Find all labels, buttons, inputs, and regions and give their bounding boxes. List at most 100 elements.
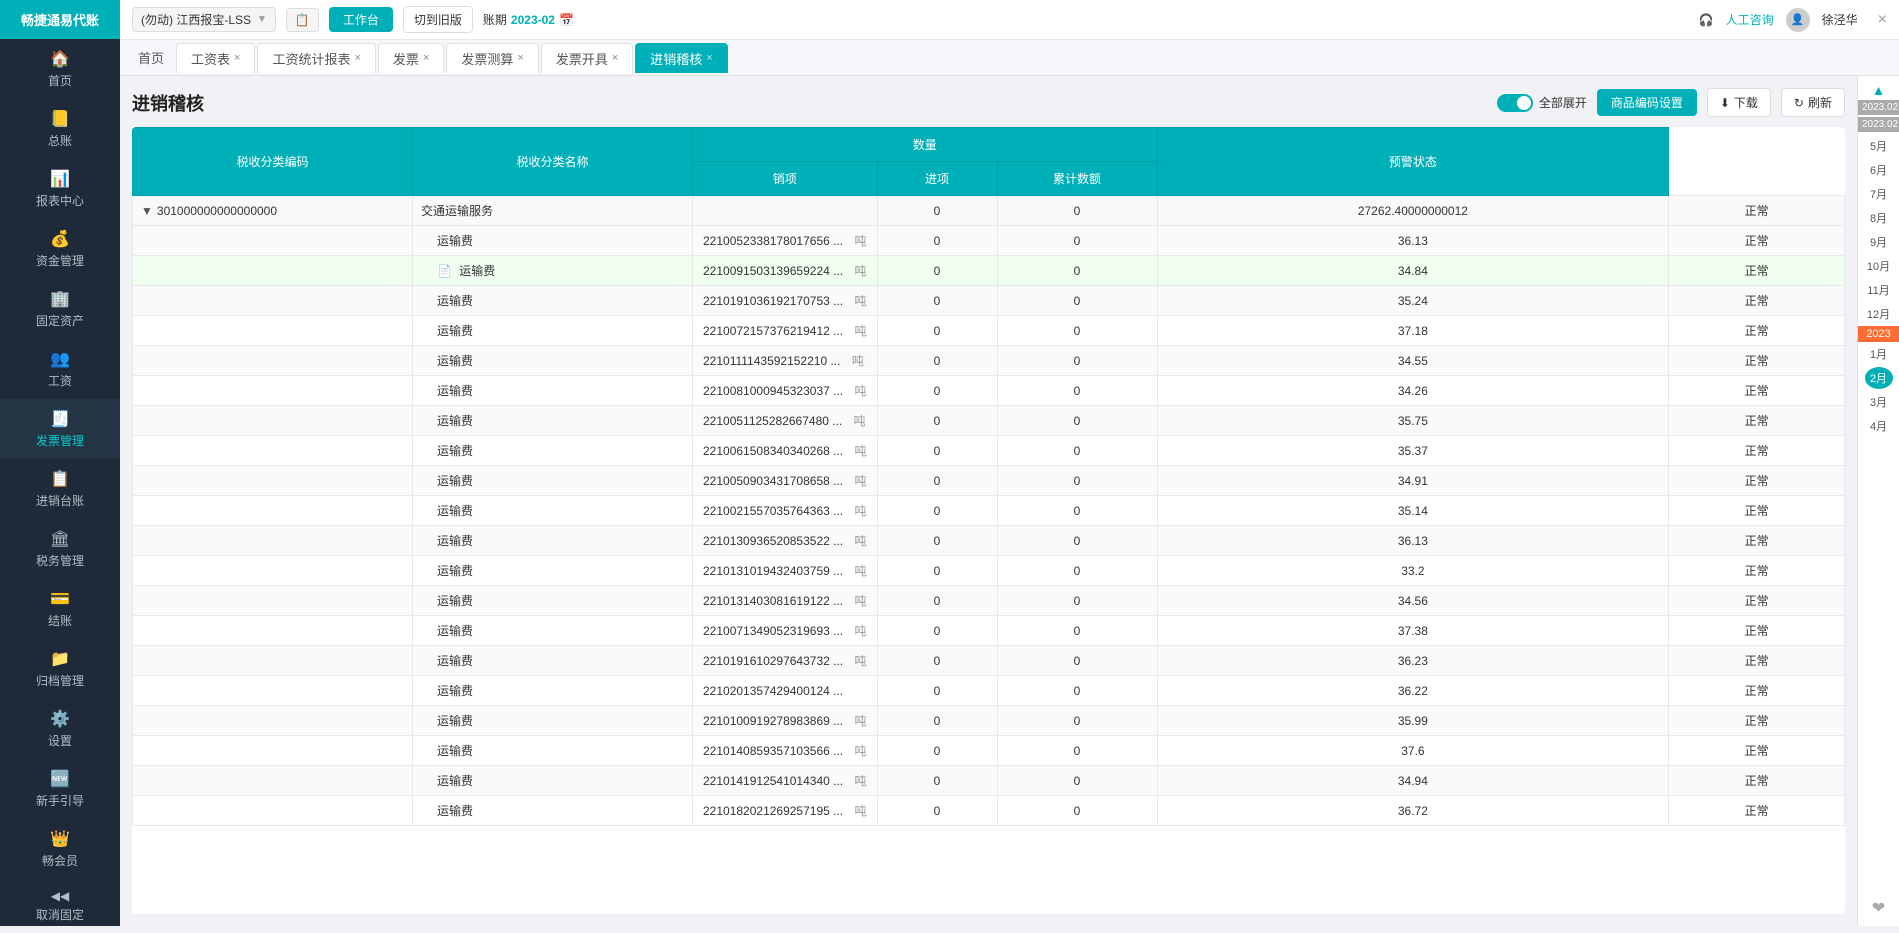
right-panel-month-6[interactable]: 6月 — [1861, 159, 1897, 181]
sidebar-item-vip[interactable]: 👑 畅会员 — [0, 819, 120, 879]
expand-toggle[interactable]: 全部展开 — [1497, 94, 1587, 112]
table-row: 运输费 2210141912541014340 ... 吨 0 0 34.94 … — [133, 766, 1845, 796]
refresh-button[interactable]: ↻ 刷新 — [1781, 88, 1845, 117]
tab-payroll-stats-close-icon[interactable]: × — [354, 52, 360, 64]
table-cell-invoice: 2210021557035764363 ... 吨 — [693, 496, 878, 526]
tab-invoice-open-close-icon[interactable]: × — [612, 52, 618, 64]
sidebar-label-invoice-mgmt: 发票管理 — [36, 432, 84, 449]
right-panel-month-5[interactable]: 5月 — [1861, 135, 1897, 157]
table-row: 运输费 2210140859357103566 ... 吨 0 0 37.6 正… — [133, 736, 1845, 766]
close-button[interactable]: × — [1878, 11, 1887, 29]
table-cell-name: 📄 运输费 — [413, 256, 693, 286]
tab-invoice[interactable]: 发票 × — [378, 43, 444, 73]
right-panel-month-2-active[interactable]: 2月 — [1865, 367, 1893, 389]
right-panel-year-2023-02-top: 2023.02 — [1858, 100, 1899, 115]
table-cell-sales: 0 — [877, 376, 997, 406]
table-cell-sales: 0 — [877, 406, 997, 436]
switch-version-button[interactable]: 切到旧版 — [403, 6, 473, 33]
right-panel-year-2023: 2023 — [1858, 326, 1899, 342]
app-logo: 畅捷通易代账 — [0, 0, 120, 39]
sidebar-item-guide[interactable]: 🆕 新手引导 — [0, 759, 120, 819]
table-cell-status: 正常 — [1669, 196, 1845, 226]
right-panel-year-2023-02-top2: 2023.02 — [1858, 117, 1899, 132]
table-cell-purchase: 0 — [997, 766, 1157, 796]
right-panel-month-4[interactable]: 4月 — [1861, 415, 1897, 437]
table-row: 运输费 2210201357429400124 ... 0 0 36.22 正常 — [133, 676, 1845, 706]
sidebar-item-reports[interactable]: 📊 报表中心 — [0, 159, 120, 219]
sidebar-item-purchase-ledger[interactable]: 📋 进销台账 — [0, 459, 120, 519]
toggle-track[interactable] — [1497, 94, 1533, 112]
tab-payroll-stats[interactable]: 工资统计报表 × — [257, 43, 375, 73]
table-cell-code — [133, 226, 413, 256]
user-avatar: 👤 — [1786, 8, 1810, 32]
table-cell-purchase: 0 — [997, 616, 1157, 646]
table-cell-cumulative: 36.13 — [1157, 226, 1669, 256]
sidebar-item-settlement[interactable]: 💳 结账 — [0, 579, 120, 639]
table-row: ▼301000000000000000 交通运输服务 0 0 27262.400… — [133, 196, 1845, 226]
sidebar-item-ledger[interactable]: 📒 总账 — [0, 99, 120, 159]
table-cell-sales: 0 — [877, 766, 997, 796]
table-cell-code — [133, 256, 413, 286]
right-panel-month-12[interactable]: 12月 — [1861, 303, 1897, 325]
tab-payroll[interactable]: 工资表 × — [176, 43, 255, 73]
tab-invoice-open[interactable]: 发票开具 × — [541, 43, 633, 73]
table-cell-name: 运输费 — [413, 616, 693, 646]
company-selector[interactable]: (勿动) 江西报宝-LSS ▼ — [132, 7, 276, 32]
table-cell-status: 正常 — [1669, 616, 1845, 646]
tab-invoice-calc-close-icon[interactable]: × — [517, 52, 523, 64]
calendar-icon[interactable]: 📅 — [559, 13, 574, 27]
sidebar-item-home[interactable]: 🏠 首页 — [0, 39, 120, 99]
download-button[interactable]: ⬇ 下载 — [1707, 88, 1771, 117]
tab-purchase-sales[interactable]: 进销稽核 × — [635, 43, 727, 73]
table-cell-purchase: 0 — [997, 436, 1157, 466]
sidebar-item-fixed-assets[interactable]: 🏢 固定资产 — [0, 279, 120, 339]
table-cell-cumulative: 36.22 — [1157, 676, 1669, 706]
table-cell-name: 运输费 — [413, 496, 693, 526]
table-row: 运输费 2210050903431708658 ... 吨 0 0 34.91 … — [133, 466, 1845, 496]
workbench-button[interactable]: 工作台 — [329, 7, 393, 32]
home-icon: 🏠 — [50, 49, 70, 69]
right-panel-month-8[interactable]: 8月 — [1861, 207, 1897, 229]
support-label[interactable]: 人工咨询 — [1726, 11, 1774, 28]
right-panel-up-icon[interactable]: ▲ — [1870, 80, 1888, 100]
tab-payroll-stats-label: 工资统计报表 — [272, 49, 350, 68]
table-cell-sales: 0 — [877, 316, 997, 346]
table-cell-purchase: 0 — [997, 196, 1157, 226]
toggle-label: 全部展开 — [1539, 94, 1587, 111]
tab-purchase-sales-close-icon[interactable]: × — [706, 52, 712, 64]
sidebar-label-reports: 报表中心 — [36, 192, 84, 209]
refresh-icon: ↻ — [1794, 96, 1804, 110]
table-cell-purchase: 0 — [997, 796, 1157, 826]
table-cell-code — [133, 736, 413, 766]
topbar: (勿动) 江西报宝-LSS ▼ 📋 工作台 切到旧版 账期 2023-02 📅 … — [120, 0, 1899, 40]
tab-payroll-close-icon[interactable]: × — [234, 52, 240, 64]
tab-home[interactable]: 首页 — [128, 43, 174, 73]
table-cell-cumulative: 36.13 — [1157, 526, 1669, 556]
table-row: 运输费 2210182021269257195 ... 吨 0 0 36.72 … — [133, 796, 1845, 826]
sidebar-item-funds[interactable]: 💰 资金管理 — [0, 219, 120, 279]
right-panel-month-7[interactable]: 7月 — [1861, 183, 1897, 205]
refresh-label: 刷新 — [1808, 94, 1832, 111]
right-panel-month-3[interactable]: 3月 — [1861, 391, 1897, 413]
table-cell-status: 正常 — [1669, 346, 1845, 376]
tab-invoice-calc[interactable]: 发票测算 × — [446, 43, 538, 73]
table-cell-name: 运输费 — [413, 406, 693, 436]
tab-invoice-close-icon[interactable]: × — [423, 52, 429, 64]
table-cell-name: 运输费 — [413, 316, 693, 346]
right-panel-expand-icon[interactable]: ❤ — [1868, 894, 1889, 922]
table-container[interactable]: 税收分类编码 税收分类名称 数量 预警状态 销项 进项 累计数额 — [132, 127, 1845, 914]
right-panel-month-10[interactable]: 10月 — [1861, 255, 1897, 277]
table-cell-status: 正常 — [1669, 706, 1845, 736]
copy-button[interactable]: 📋 — [286, 8, 319, 32]
sidebar-footer-pin[interactable]: ◀◀ 取消固定 — [0, 879, 120, 933]
right-panel-month-9[interactable]: 9月 — [1861, 231, 1897, 253]
goods-setting-button[interactable]: 商品编码设置 — [1597, 89, 1697, 116]
sidebar-item-archive[interactable]: 📁 归档管理 — [0, 639, 120, 699]
right-panel-month-11[interactable]: 11月 — [1861, 279, 1897, 301]
table-cell-sales: 0 — [877, 676, 997, 706]
sidebar-item-payroll[interactable]: 👥 工资 — [0, 339, 120, 399]
sidebar-item-tax-mgmt[interactable]: 🏛 税务管理 — [0, 519, 120, 579]
sidebar-item-invoice-mgmt[interactable]: 🧾 发票管理 — [0, 399, 120, 459]
right-panel-month-1[interactable]: 1月 — [1861, 343, 1897, 365]
sidebar-item-settings[interactable]: ⚙️ 设置 — [0, 699, 120, 759]
